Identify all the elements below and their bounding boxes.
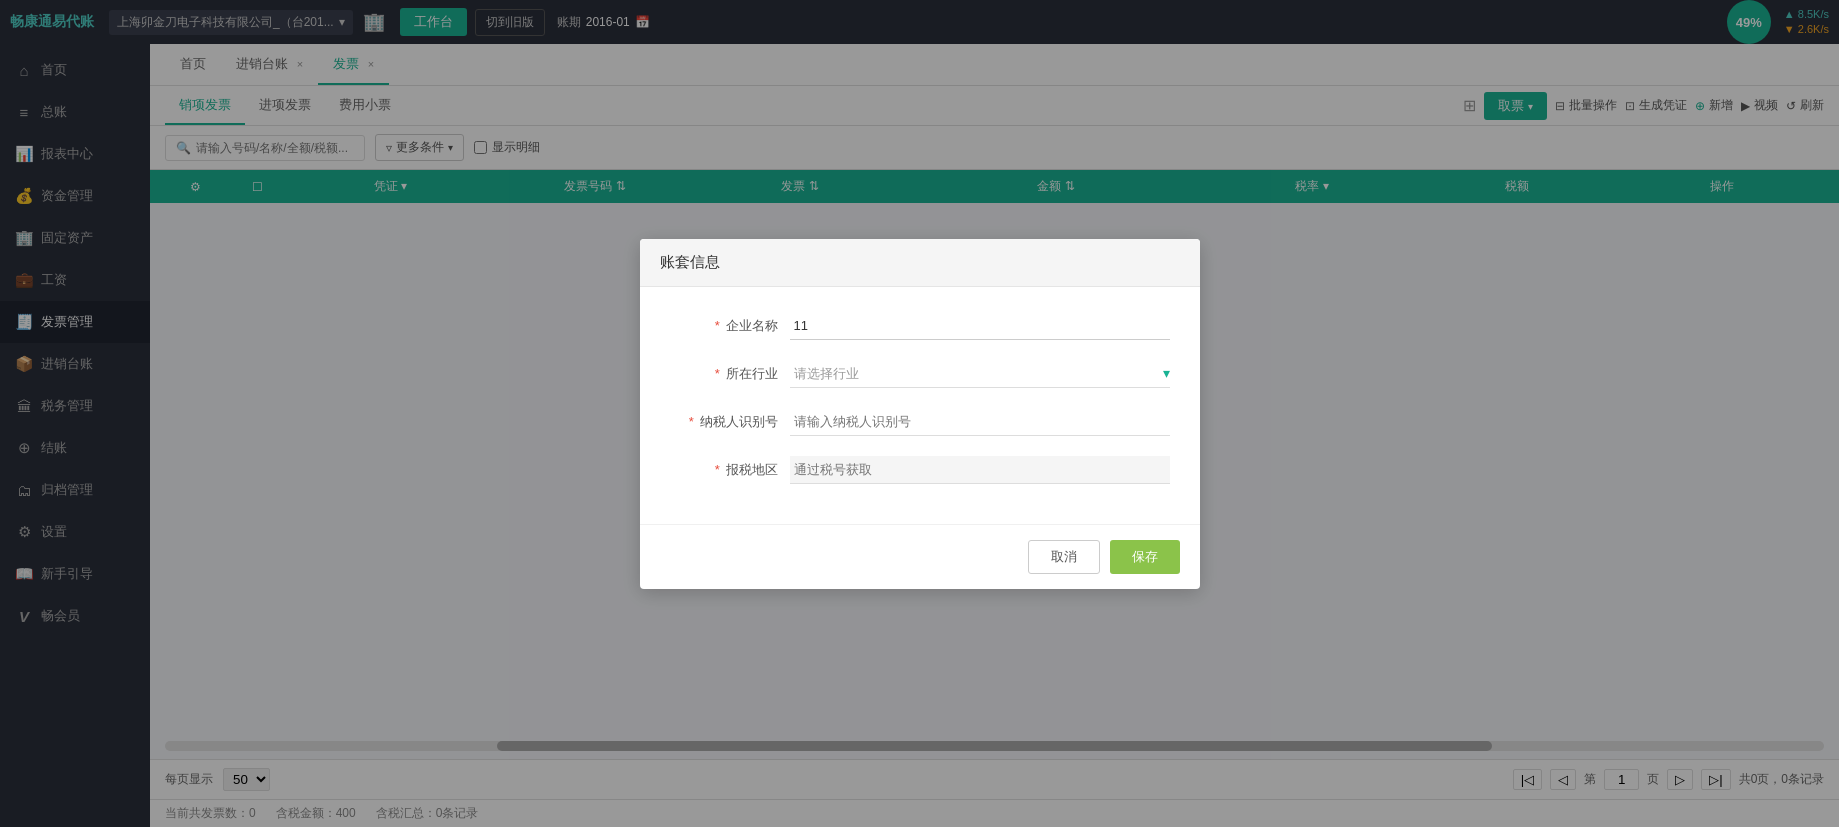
tax-id-label: * 纳税人识别号 [670,413,790,431]
cancel-button[interactable]: 取消 [1028,540,1100,574]
modal-title: 账套信息 [660,253,720,270]
account-info-modal: 账套信息 * 企业名称 * 所在行业 请选择行业 [640,239,1200,589]
modal-footer: 取消 保存 [640,524,1200,589]
modal-overlay: 账套信息 * 企业名称 * 所在行业 请选择行业 [0,0,1839,827]
tax-id-input[interactable] [790,408,1170,436]
save-button[interactable]: 保存 [1110,540,1180,574]
form-row-tax-region: * 报税地区 [670,456,1170,484]
form-row-company: * 企业名称 [670,312,1170,340]
industry-dropdown-icon: ▾ [1163,365,1170,381]
industry-select-wrapper: 请选择行业 ▾ [790,360,1170,388]
form-row-tax-id: * 纳税人识别号 [670,408,1170,436]
modal-body: * 企业名称 * 所在行业 请选择行业 ▾ [640,287,1200,524]
industry-label: * 所在行业 [670,365,790,383]
modal-header: 账套信息 [640,239,1200,287]
tax-region-label: * 报税地区 [670,461,790,479]
form-row-industry: * 所在行业 请选择行业 ▾ [670,360,1170,388]
company-name-input[interactable] [790,312,1170,340]
tax-region-input [790,456,1170,484]
company-name-label: * 企业名称 [670,317,790,335]
industry-select[interactable]: 请选择行业 [790,360,1163,387]
